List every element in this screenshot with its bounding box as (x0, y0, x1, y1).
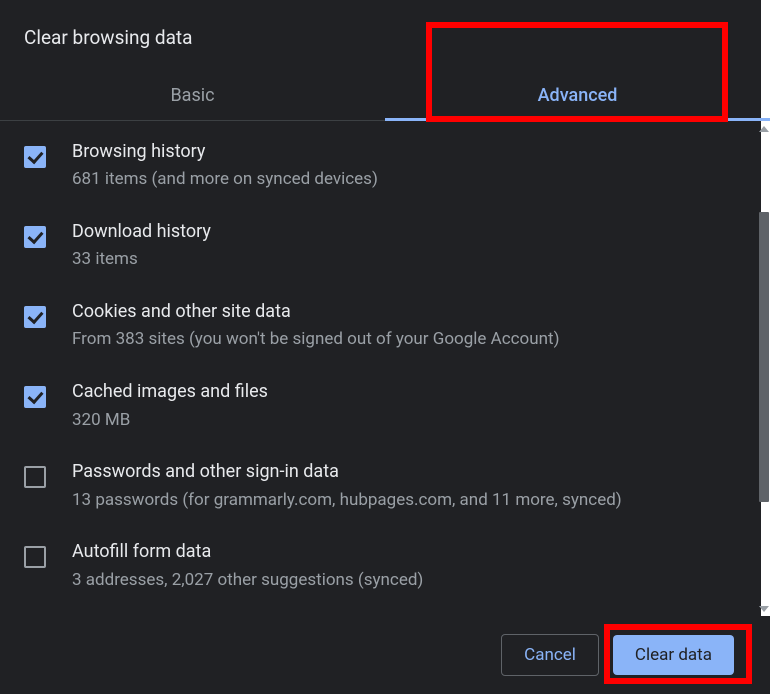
options-scroll-region: Browsing history 681 items (and more on s… (0, 122, 758, 616)
option-title: Autofill form data (72, 540, 734, 564)
dialog-title: Clear browsing data (0, 0, 770, 49)
clear-data-button[interactable]: Clear data (613, 635, 734, 675)
option-title: Cached images and files (72, 380, 734, 404)
scrollbar[interactable] (758, 122, 770, 616)
scroll-up-icon[interactable] (759, 126, 769, 132)
tab-basic[interactable]: Basic (0, 73, 385, 120)
option-row: Autofill form data 3 addresses, 2,027 oth… (24, 530, 734, 610)
option-row: Passwords and other sign-in data 13 passw… (24, 450, 734, 530)
option-subtitle: 320 MB (72, 409, 734, 433)
option-subtitle: 681 items (and more on synced devices) (72, 168, 734, 192)
option-subtitle: 3 addresses, 2,027 other suggestions (sy… (72, 569, 734, 593)
dialog-footer: Cancel Clear data (0, 616, 770, 694)
option-checkbox[interactable] (24, 466, 46, 488)
cancel-button[interactable]: Cancel (501, 634, 599, 676)
option-checkbox[interactable] (24, 306, 46, 328)
tab-bar: Basic Advanced (0, 73, 770, 121)
option-subtitle: 33 items (72, 248, 734, 272)
option-title: Download history (72, 220, 734, 244)
scroll-down-icon[interactable] (759, 606, 769, 612)
option-row: Cached images and files 320 MB (24, 370, 734, 450)
option-checkbox[interactable] (24, 226, 46, 248)
option-title: Cookies and other site data (72, 300, 734, 324)
option-title: Browsing history (72, 140, 734, 164)
option-row: Cookies and other site data From 383 site… (24, 290, 734, 370)
option-subtitle: From 383 sites (you won't be signed out … (72, 328, 734, 352)
option-checkbox[interactable] (24, 146, 46, 168)
option-checkbox[interactable] (24, 386, 46, 408)
option-checkbox[interactable] (24, 546, 46, 568)
option-subtitle: 13 passwords (for grammarly.com, hubpage… (72, 489, 734, 513)
option-title: Passwords and other sign-in data (72, 460, 734, 484)
option-row: Download history 33 items (24, 210, 734, 290)
option-row: Browsing history 681 items (and more on s… (24, 130, 734, 210)
scroll-thumb[interactable] (759, 212, 769, 502)
tab-advanced[interactable]: Advanced (385, 73, 770, 120)
